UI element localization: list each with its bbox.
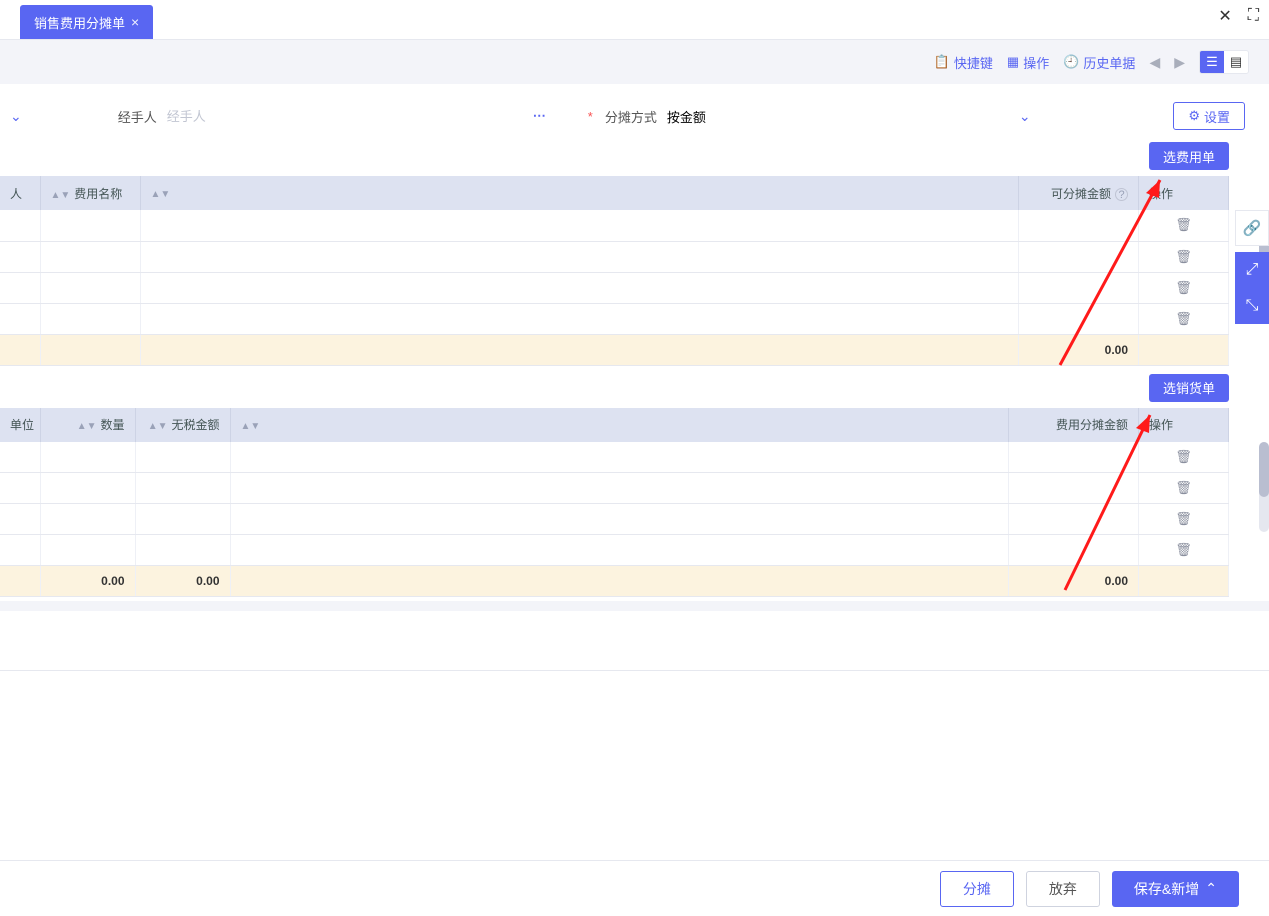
col-unit[interactable]: 单位 — [0, 408, 40, 442]
sort-icon[interactable]: ▲▼ — [151, 192, 171, 198]
sort-icon[interactable]: ▲▼ — [241, 424, 261, 430]
clipboard-icon: 📋 — [934, 54, 950, 70]
settings-button[interactable]: ⚙ 设置 — [1173, 102, 1245, 130]
alloc-chevron-icon[interactable]: ⌄ — [1013, 108, 1037, 125]
view-toggle: ☰ ▤ — [1199, 50, 1249, 74]
select-expense-button[interactable]: 选费用单 — [1149, 142, 1229, 170]
handler-label: 经手人 — [118, 107, 157, 126]
history-link[interactable]: 🕘 历史单据 — [1063, 53, 1135, 72]
col-alloc-amount[interactable]: 可分摊金额? — [1019, 176, 1139, 210]
summary-qty: 0.00 — [40, 566, 135, 597]
side-buttons: 🔗 ⤢ ⤡ — [1235, 210, 1269, 324]
discard-button[interactable]: 放弃 — [1026, 871, 1100, 907]
allocate-button[interactable]: 分摊 — [940, 871, 1014, 907]
sales-table: 单位 ▲▼数量 ▲▼无税金额 ▲▼ 费用分摊金额 操作 🗑 🗑 🗑 🗑 0.00… — [0, 408, 1229, 598]
info-icon[interactable]: ? — [1115, 188, 1128, 201]
col-op: 操作 — [1139, 176, 1229, 210]
trash-icon[interactable]: 🗑 — [1175, 542, 1192, 557]
trash-icon[interactable]: 🗑 — [1175, 280, 1192, 295]
trash-icon[interactable]: 🗑 — [1175, 311, 1192, 326]
trash-icon[interactable]: 🗑 — [1175, 480, 1192, 495]
col-fee-alloc[interactable]: 费用分摊金额 — [1009, 408, 1139, 442]
prev-record-icon[interactable]: ◀ — [1149, 54, 1160, 71]
sort-icon[interactable]: ▲▼ — [51, 193, 71, 199]
form-row: ⌄ 经手人 ⋯ * 分摊方式 ⌄ ⚙ 设置 — [0, 84, 1269, 138]
footer-bar: 分摊 放弃 保存&新增 ⌃ — [0, 860, 1269, 916]
table-row[interactable]: 🗑 — [0, 442, 1229, 473]
fullscreen-icon[interactable]: ⛶ — [1248, 7, 1259, 25]
scrollbar[interactable] — [1259, 442, 1269, 532]
trash-icon[interactable]: 🗑 — [1175, 249, 1192, 264]
trash-icon[interactable]: 🗑 — [1175, 217, 1192, 232]
tab-title: 销售费用分摊单 — [34, 13, 125, 32]
expense-table: 人 ▲▼费用名称 ▲▼ 可分摊金额? 操作 🗑 🗑 🗑 🗑 0.00 — [0, 176, 1229, 366]
alloc-method-label: 分摊方式 — [605, 107, 657, 126]
chevron-up-icon: ⌃ — [1205, 880, 1217, 897]
select-sales-button[interactable]: 选销货单 — [1149, 374, 1229, 402]
trash-icon[interactable]: 🗑 — [1175, 511, 1192, 526]
view-list-icon[interactable]: ☰ — [1200, 51, 1224, 73]
col-blank[interactable]: ▲▼ — [140, 176, 1019, 210]
col-partial[interactable]: 人 — [0, 176, 40, 210]
grid-icon: ▦ — [1007, 54, 1019, 70]
col-blank2[interactable]: ▲▼ — [230, 408, 1009, 442]
summary-fee: 0.00 — [1009, 566, 1139, 597]
attachment-icon[interactable]: 🔗 — [1235, 210, 1269, 246]
history-icon: 🕘 — [1063, 54, 1079, 70]
window-close-icon[interactable]: ✕ — [1218, 6, 1231, 26]
handler-more-icon[interactable]: ⋯ — [533, 108, 548, 124]
handler-field: 经手人 ⋯ — [118, 107, 548, 126]
expand-out-icon[interactable]: ⤢ — [1235, 252, 1269, 288]
expand-in-icon[interactable]: ⤡ — [1235, 288, 1269, 324]
expense-table-block: 选费用单 人 ▲▼费用名称 ▲▼ 可分摊金额? 操作 🗑 🗑 🗑 🗑 — [0, 138, 1269, 366]
table-row[interactable]: 🗑 — [0, 210, 1229, 241]
page-toolbar: 📋 快捷键 ▦ 操作 🕘 历史单据 ◀ ▶ ☰ ▤ — [0, 40, 1269, 84]
table-row[interactable]: 🗑 — [0, 473, 1229, 504]
view-grid-icon[interactable]: ▤ — [1224, 51, 1248, 73]
summary-row: 0.00 0.00 0.00 — [0, 566, 1229, 597]
col-notax[interactable]: ▲▼无税金额 — [135, 408, 230, 442]
alloc-method-input[interactable] — [665, 108, 1005, 125]
table-row[interactable]: 🗑 — [0, 504, 1229, 535]
summary-row: 0.00 — [0, 334, 1229, 365]
save-new-button[interactable]: 保存&新增 ⌃ — [1112, 871, 1239, 907]
sales-table-block: 选销货单 单位 ▲▼数量 ▲▼无税金额 ▲▼ 费用分摊金额 操作 🗑 🗑 🗑 — [0, 370, 1269, 598]
tab-close-icon[interactable]: × — [131, 14, 139, 30]
gear-icon: ⚙ — [1188, 108, 1200, 124]
summary-notax: 0.00 — [135, 566, 230, 597]
table-row[interactable]: 🗑 — [0, 241, 1229, 272]
alloc-method-field: * 分摊方式 ⌄ — [588, 107, 1037, 126]
table-row[interactable]: 🗑 — [0, 535, 1229, 566]
col-fee-name[interactable]: ▲▼费用名称 — [40, 176, 140, 210]
tab-sales-expense[interactable]: 销售费用分摊单 × — [20, 5, 153, 39]
sort-icon[interactable]: ▲▼ — [77, 424, 97, 430]
required-mark: * — [588, 109, 593, 124]
table-row[interactable]: 🗑 — [0, 303, 1229, 334]
trash-icon[interactable]: 🗑 — [1175, 449, 1192, 464]
col-op2: 操作 — [1139, 408, 1229, 442]
operate-link[interactable]: ▦ 操作 — [1007, 53, 1049, 72]
sort-icon[interactable]: ▲▼ — [148, 424, 168, 430]
col-qty[interactable]: ▲▼数量 — [40, 408, 135, 442]
first-field-chevron-icon[interactable]: ⌄ — [4, 108, 28, 125]
handler-input[interactable] — [165, 108, 525, 125]
shortcut-link[interactable]: 📋 快捷键 — [934, 53, 993, 72]
next-record-icon[interactable]: ▶ — [1174, 54, 1185, 71]
summary-alloc-amount: 0.00 — [1019, 334, 1139, 365]
table-row[interactable]: 🗑 — [0, 272, 1229, 303]
